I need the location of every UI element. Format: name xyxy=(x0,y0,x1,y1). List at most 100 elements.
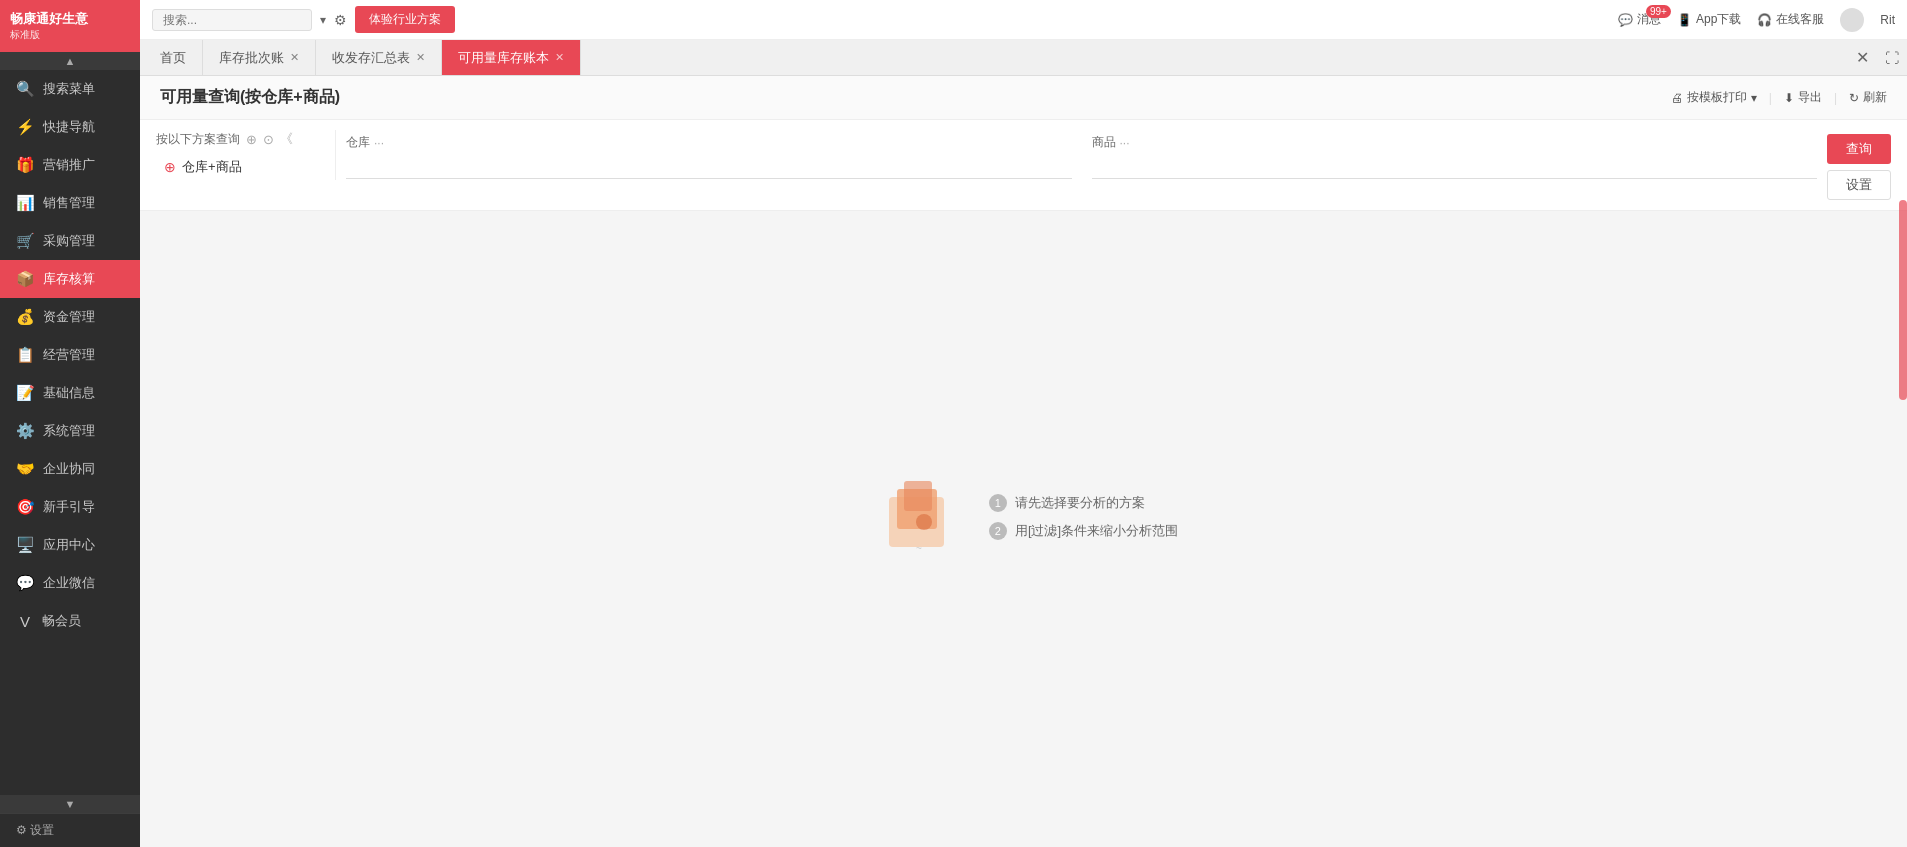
sidebar-label-6: 资金管理 xyxy=(43,308,95,326)
page-header-actions: 🖨 按模板打印 ▾ | ⬇ 导出 | ↻ 刷新 xyxy=(1671,89,1887,106)
sidebar-item-采购管理[interactable]: 🛒采购管理 xyxy=(0,222,140,260)
sidebar-label-4: 采购管理 xyxy=(43,232,95,250)
tab-close-icon-2[interactable]: ✕ xyxy=(416,51,425,64)
filter-field-商品: 商品 ··· xyxy=(1092,134,1818,179)
sidebar-label-3: 销售管理 xyxy=(43,194,95,212)
app-download-area[interactable]: 📱 App下载 xyxy=(1677,11,1741,28)
sidebar-item-销售管理[interactable]: 📊销售管理 xyxy=(0,184,140,222)
trial-button[interactable]: 体验行业方案 xyxy=(355,6,455,33)
sidebar-label-14: 畅会员 xyxy=(42,612,81,630)
tip-num-1: 1 xyxy=(989,494,1007,512)
filter-input-仓库[interactable] xyxy=(346,155,1072,179)
sidebar-icon-1: ⚡ xyxy=(16,118,35,136)
topbar-dropdown-icon[interactable]: ▾ xyxy=(320,13,326,27)
notification-area[interactable]: 💬 消息 99+ xyxy=(1618,11,1661,28)
app-name: 畅康通好生意 xyxy=(10,11,88,28)
sidebar-footer[interactable]: ⚙ 设置 xyxy=(0,813,140,847)
sidebar-scroll-up[interactable]: ▲ xyxy=(0,52,140,70)
filter-field-仓库: 仓库 ··· xyxy=(346,134,1072,179)
scheme-icon: ⊕ xyxy=(164,159,176,175)
topbar-search-input[interactable] xyxy=(152,9,312,31)
sidebar-label-12: 应用中心 xyxy=(43,536,95,554)
tab-label-2: 收发存汇总表 xyxy=(332,49,410,67)
add-scheme-icon[interactable]: ⊕ xyxy=(246,132,257,147)
sidebar-item-搜索菜单[interactable]: 🔍搜索菜单 xyxy=(0,70,140,108)
collapse-icon[interactable]: 《 xyxy=(280,130,293,148)
online-service-area[interactable]: 🎧 在线客服 xyxy=(1757,11,1824,28)
page-content: 可用量查询(按仓库+商品) 🖨 按模板打印 ▾ | ⬇ 导出 | ↻ 刷新 xyxy=(140,76,1907,847)
sidebar-icon-11: 🎯 xyxy=(16,498,35,516)
app-edition: 标准版 xyxy=(10,28,88,41)
tab-首页[interactable]: 首页 xyxy=(140,40,203,76)
svg-rect-2 xyxy=(904,481,932,511)
sidebar-icon-5: 📦 xyxy=(16,270,35,288)
empty-state: ~ 1 请先选择要分析的方案 2 用[过滤]条件来缩小分析范围 xyxy=(140,211,1907,822)
tip-2-text: 用[过滤]条件来缩小分析范围 xyxy=(1015,522,1178,540)
print-template-action[interactable]: 🖨 按模板打印 ▾ xyxy=(1671,89,1757,106)
tab-close-icon-3[interactable]: ✕ xyxy=(555,51,564,64)
tab-expand-button[interactable]: ⛶ xyxy=(1885,50,1899,66)
app-download-label: App下载 xyxy=(1696,11,1741,28)
sidebar-icon-9: ⚙️ xyxy=(16,422,35,440)
tab-close-icon-1[interactable]: ✕ xyxy=(290,51,299,64)
sidebar-icon-2: 🎁 xyxy=(16,156,35,174)
sidebar-icon-7: 📋 xyxy=(16,346,35,364)
refresh-action[interactable]: ↻ 刷新 xyxy=(1849,89,1887,106)
sidebar-item-基础信息[interactable]: 📝基础信息 xyxy=(0,374,140,412)
settings-scheme-icon[interactable]: ⊙ xyxy=(263,132,274,147)
sidebar-label-11: 新手引导 xyxy=(43,498,95,516)
sidebar-item-经营管理[interactable]: 📋 经营管理 xyxy=(0,336,140,374)
headset-icon: 🎧 xyxy=(1757,13,1772,27)
print-icon: 🖨 xyxy=(1671,91,1683,105)
user-name[interactable]: Rit xyxy=(1880,13,1895,27)
page-header: 可用量查询(按仓库+商品) 🖨 按模板打印 ▾ | ⬇ 导出 | ↻ 刷新 xyxy=(140,76,1907,120)
filter-actions-right: 查询 设置 xyxy=(1827,130,1891,200)
scheme-item-label: 仓库+商品 xyxy=(182,158,242,176)
sidebar-scroll-down[interactable]: ▼ xyxy=(0,795,140,813)
online-service-label: 在线客服 xyxy=(1776,11,1824,28)
sidebar-item-资金管理[interactable]: 💰资金管理 xyxy=(0,298,140,336)
tab-收发存汇总表[interactable]: 收发存汇总表 ✕ xyxy=(316,40,442,76)
tab-库存批次账[interactable]: 库存批次账 ✕ xyxy=(203,40,316,76)
sidebar-label-2: 营销推广 xyxy=(43,156,95,174)
sidebar-menu: 🔍搜索菜单⚡快捷导航 🎁 营销推广 📊销售管理🛒采购管理 📦 库存核算 💰资金管理 📋 经营管理… xyxy=(0,70,140,795)
empty-illustration: ~ xyxy=(869,467,969,567)
sidebar-item-企业微信[interactable]: 💬企业微信 xyxy=(0,564,140,602)
settings-button[interactable]: 设置 xyxy=(1827,170,1891,200)
empty-tip-1: 1 请先选择要分析的方案 xyxy=(989,494,1178,512)
sidebar-label-7: 经营管理 xyxy=(43,346,95,364)
sidebar-icon-0: 🔍 xyxy=(16,80,35,98)
sidebar-item-应用中心[interactable]: 🖥️应用中心 xyxy=(0,526,140,564)
filter-field-label-1: 商品 ··· xyxy=(1092,134,1818,151)
filter-input-商品[interactable] xyxy=(1092,155,1818,179)
tab-label-3: 可用量库存账本 xyxy=(458,49,549,67)
sidebar-icon-13: 💬 xyxy=(16,574,35,592)
avatar xyxy=(1840,8,1864,32)
svg-point-3 xyxy=(916,514,932,530)
app-logo: 畅康通好生意 标准版 xyxy=(0,0,140,52)
topbar-gear-icon[interactable]: ⚙ xyxy=(334,12,347,28)
filter-area: 按以下方案查询 ⊕ ⊙ 《 ⊕ 仓库+商品 仓库 ··· 商品 ··· xyxy=(140,120,1907,211)
filter-scheme-item[interactable]: ⊕ 仓库+商品 xyxy=(156,154,325,180)
sidebar-item-企业协同[interactable]: 🤝企业协同 xyxy=(0,450,140,488)
sidebar-item-营销推广[interactable]: 🎁 营销推广 xyxy=(0,146,140,184)
sidebar-item-系统管理[interactable]: ⚙️系统管理 xyxy=(0,412,140,450)
export-action[interactable]: ⬇ 导出 xyxy=(1784,89,1822,106)
right-scrollbar[interactable] xyxy=(1899,200,1907,400)
field-more-icon-0[interactable]: ··· xyxy=(374,136,384,150)
sidebar-item-新手引导[interactable]: 🎯 新手引导 xyxy=(0,488,140,526)
tab-actions: ✕ ⛶ xyxy=(1848,48,1907,67)
tab-label-1: 库存批次账 xyxy=(219,49,284,67)
phone-icon: 📱 xyxy=(1677,13,1692,27)
query-button[interactable]: 查询 xyxy=(1827,134,1891,164)
sidebar-item-库存核算[interactable]: 📦 库存核算 xyxy=(0,260,140,298)
field-more-icon-1[interactable]: ··· xyxy=(1120,136,1130,150)
tab-可用量库存账本[interactable]: 可用量库存账本 ✕ xyxy=(442,40,581,76)
tab-close-button[interactable]: ✕ xyxy=(1848,48,1877,67)
sidebar-item-快捷导航[interactable]: ⚡快捷导航 xyxy=(0,108,140,146)
print-dropdown-icon[interactable]: ▾ xyxy=(1751,91,1757,105)
sidebar-item-畅会员[interactable]: V畅会员 xyxy=(0,602,140,640)
sidebar-label-5: 库存核算 xyxy=(43,270,95,288)
refresh-label: 刷新 xyxy=(1863,89,1887,106)
page-title: 可用量查询(按仓库+商品) xyxy=(160,87,340,108)
